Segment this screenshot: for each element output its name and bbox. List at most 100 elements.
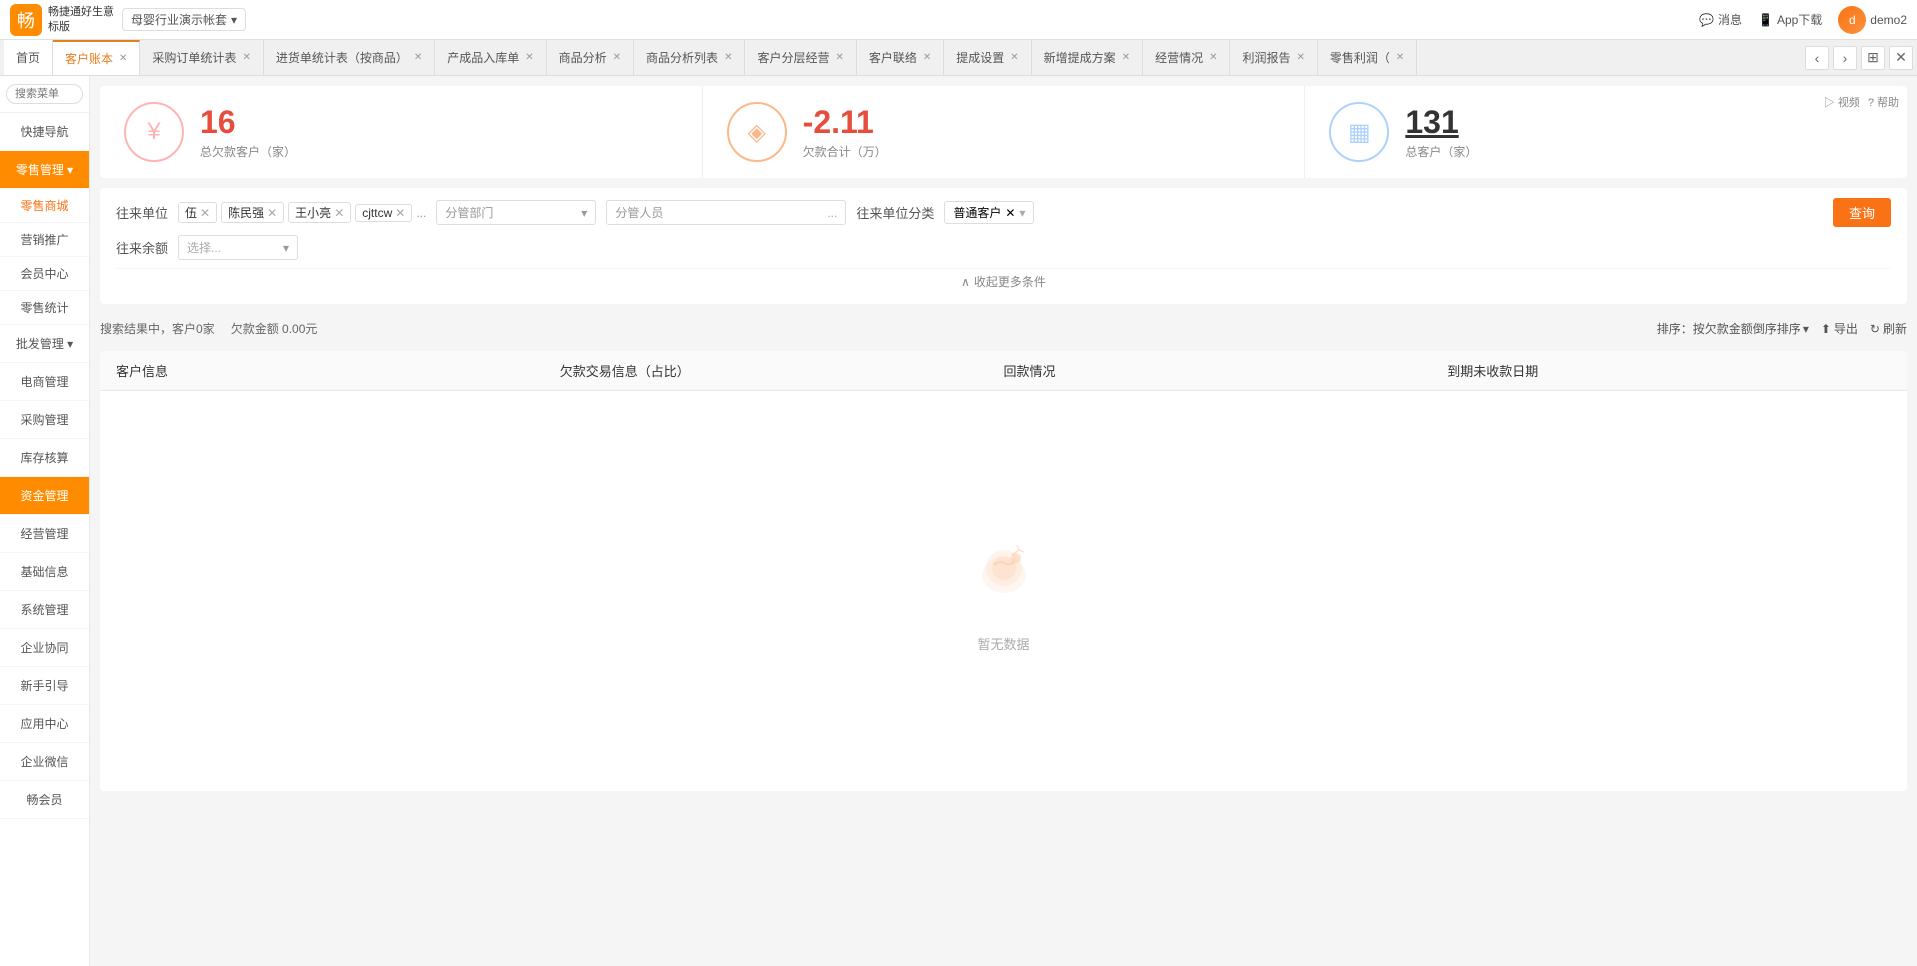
query-button[interactable]: 查询 xyxy=(1833,198,1891,227)
sidebar-item-quick-nav[interactable]: 快捷导航 xyxy=(0,113,89,151)
close-icon[interactable]: ✕ xyxy=(1209,52,1217,63)
close-icon[interactable]: ✕ xyxy=(242,52,250,63)
filter-tag-2[interactable]: 陈民强 ✕ xyxy=(221,202,284,223)
tab-goods-analysis-list[interactable]: 商品分析列表 ✕ xyxy=(634,40,745,76)
stat-card-1: ¥ 16 总欠款客户（家） xyxy=(100,86,703,178)
tab-customer-contact[interactable]: 客户联络 ✕ xyxy=(857,40,944,76)
person-dots[interactable]: ... xyxy=(827,206,837,220)
remove-tag-4[interactable]: ✕ xyxy=(395,206,405,220)
app-download-btn[interactable]: 📱 App下载 xyxy=(1758,11,1822,28)
col-header-4: 到期未收款日期 xyxy=(1447,361,1891,380)
collapse-icon: ∧ xyxy=(961,275,970,289)
nav-expand[interactable]: ⊞ xyxy=(1861,46,1885,70)
close-icon[interactable]: ✕ xyxy=(613,52,621,63)
sidebar: 快捷导航 零售管理 ▾ 零售商城 营销推广 会员中心 零售统计 批发管理 ▾ 电… xyxy=(0,76,90,966)
stat-icon-3: ▦ xyxy=(1329,102,1389,162)
remove-tag-1[interactable]: ✕ xyxy=(200,206,210,220)
nav-scroll-left[interactable]: ‹ xyxy=(1805,46,1829,70)
sidebar-item-purchase-mgmt[interactable]: 采购管理 xyxy=(0,401,89,439)
message-btn[interactable]: 💬 消息 xyxy=(1699,11,1742,28)
sidebar-item-member-center[interactable]: 会员中心 xyxy=(0,257,89,291)
remove-tag-2[interactable]: ✕ xyxy=(267,206,277,220)
tab-business-status[interactable]: 经营情况 ✕ xyxy=(1143,40,1230,76)
tab-home[interactable]: 首页 xyxy=(4,40,53,76)
sidebar-item-capital-mgmt[interactable]: 资金管理 xyxy=(0,477,89,515)
table-header: 客户信息 欠款交易信息（占比） 回款情况 到期未收款日期 xyxy=(100,351,1907,391)
close-icon[interactable]: ✕ xyxy=(119,53,127,64)
refresh-button[interactable]: ↻ 刷新 xyxy=(1870,320,1907,337)
close-icon[interactable]: ✕ xyxy=(835,52,843,63)
dept-select[interactable]: 分管部门 ▾ xyxy=(436,200,596,225)
stat-icon-2: ◈ xyxy=(727,102,787,162)
filter-tag-3[interactable]: 王小亮 ✕ xyxy=(288,202,351,223)
sidebar-item-marketing[interactable]: 营销推广 xyxy=(0,223,89,257)
collapse-row[interactable]: ∧ 收起更多条件 xyxy=(116,268,1891,294)
tab-purchase-stats[interactable]: 进货单统计表（按商品） ✕ xyxy=(264,40,435,76)
tab-production-in[interactable]: 产成品入库单 ✕ xyxy=(435,40,546,76)
close-icon[interactable]: ✕ xyxy=(923,52,931,63)
classify-select[interactable]: 普通客户 ✕ ▾ xyxy=(944,201,1034,224)
sidebar-item-enterprise-wechat[interactable]: 企业微信 xyxy=(0,743,89,781)
close-icon[interactable]: ✕ xyxy=(1122,52,1130,63)
close-icon[interactable]: ✕ xyxy=(414,52,422,63)
stat-value-3: 131 xyxy=(1405,104,1477,141)
nav-scroll-right[interactable]: › xyxy=(1833,46,1857,70)
tab-accounts[interactable]: 客户账本 ✕ xyxy=(53,40,140,76)
tab-goods-analysis[interactable]: 商品分析 ✕ xyxy=(547,40,634,76)
sidebar-item-wholesale-mgmt[interactable]: 批发管理 ▾ xyxy=(0,325,89,363)
tab-improve-settings[interactable]: 提成设置 ✕ xyxy=(944,40,1031,76)
tab-customer-segment[interactable]: 客户分层经营 ✕ xyxy=(745,40,856,76)
sidebar-item-app-center[interactable]: 应用中心 xyxy=(0,705,89,743)
sort-select[interactable]: 排序：按欠款金额倒序排序 ▾ xyxy=(1657,320,1809,337)
sidebar-item-enterprise-collab[interactable]: 企业协同 xyxy=(0,629,89,667)
top-right: 💬 消息 📱 App下载 d demo2 xyxy=(1699,6,1907,34)
main-layout: 快捷导航 零售管理 ▾ 零售商城 营销推广 会员中心 零售统计 批发管理 ▾ 电… xyxy=(0,76,1917,966)
content-area: ¥ 16 总欠款客户（家） ◈ -2.11 欠款合计（万） ▦ 131 总客户（… xyxy=(90,76,1917,966)
filter-tag-1[interactable]: 伍 ✕ xyxy=(178,202,217,223)
close-icon[interactable]: ✕ xyxy=(525,52,533,63)
stat-info-3: 131 总客户（家） xyxy=(1405,104,1477,160)
export-button[interactable]: ⬆ 导出 xyxy=(1821,320,1858,337)
search-input[interactable] xyxy=(6,84,83,104)
filter-tag-4[interactable]: cjttcw ✕ xyxy=(355,204,412,222)
user-area[interactable]: d demo2 xyxy=(1838,6,1907,34)
close-icon[interactable]: ✕ xyxy=(1396,52,1404,63)
stat-value-1: 16 xyxy=(200,104,296,141)
person-select[interactable]: 分管人员 ... xyxy=(606,200,846,225)
search-result-text: 搜索结果中，客户0家 xyxy=(100,320,215,337)
sidebar-item-ecommerce-mgmt[interactable]: 电商管理 xyxy=(0,363,89,401)
sidebar-item-inventory-check[interactable]: 库存核算 xyxy=(0,439,89,477)
remove-classify[interactable]: ✕ xyxy=(1005,206,1015,220)
sidebar-item-operations-mgmt[interactable]: 经营管理 xyxy=(0,515,89,553)
chevron-down-icon: ▾ xyxy=(1019,206,1025,220)
close-icon[interactable]: ✕ xyxy=(1297,52,1305,63)
close-icon[interactable]: ✕ xyxy=(724,52,732,63)
remove-tag-3[interactable]: ✕ xyxy=(334,206,344,220)
nav-tabs: 首页 客户账本 ✕ 采购订单统计表 ✕ 进货单统计表（按商品） ✕ 产成品入库单… xyxy=(0,40,1917,76)
col-header-2: 欠款交易信息（占比） xyxy=(560,361,1004,380)
sidebar-item-newbie-guide[interactable]: 新手引导 xyxy=(0,667,89,705)
filter-more[interactable]: ... xyxy=(416,206,426,220)
close-icon[interactable]: ✕ xyxy=(1010,52,1018,63)
tab-new-improve[interactable]: 新增提成方案 ✕ xyxy=(1032,40,1143,76)
sidebar-item-retail-stats[interactable]: 零售统计 xyxy=(0,291,89,325)
video-btn[interactable]: ▷ 视频 xyxy=(1824,94,1860,110)
tab-purchase-order[interactable]: 采购订单统计表 ✕ xyxy=(140,40,263,76)
balance-select[interactable]: 选择... ▾ xyxy=(178,235,298,260)
tab-retail-profit[interactable]: 零售利润（ ✕ xyxy=(1318,40,1417,76)
store-selector[interactable]: 母婴行业演示帐套 ▾ xyxy=(122,8,246,31)
nav-close-all[interactable]: ✕ xyxy=(1889,46,1913,70)
person-label: 分管人员 xyxy=(615,204,663,221)
sidebar-item-retail-mall[interactable]: 零售商城 xyxy=(0,189,89,223)
sidebar-item-vip-member[interactable]: 畅会员 xyxy=(0,781,89,819)
help-btn[interactable]: ? 帮助 xyxy=(1868,94,1899,110)
col-header-1: 客户信息 xyxy=(116,361,560,380)
tab-profit-report[interactable]: 利润报告 ✕ xyxy=(1230,40,1317,76)
home-tab-label: 首页 xyxy=(16,49,40,66)
chevron-down-icon: ▾ xyxy=(581,206,587,220)
top-bar: 畅 畅捷通好生意 标版 母婴行业演示帐套 ▾ 💬 消息 📱 App下载 d de… xyxy=(0,0,1917,40)
sidebar-item-basic-info[interactable]: 基础信息 xyxy=(0,553,89,591)
sidebar-item-system-mgmt[interactable]: 系统管理 xyxy=(0,591,89,629)
sidebar-item-retail-mgmt[interactable]: 零售管理 ▾ xyxy=(0,151,89,189)
stat-info-1: 16 总欠款客户（家） xyxy=(200,104,296,160)
